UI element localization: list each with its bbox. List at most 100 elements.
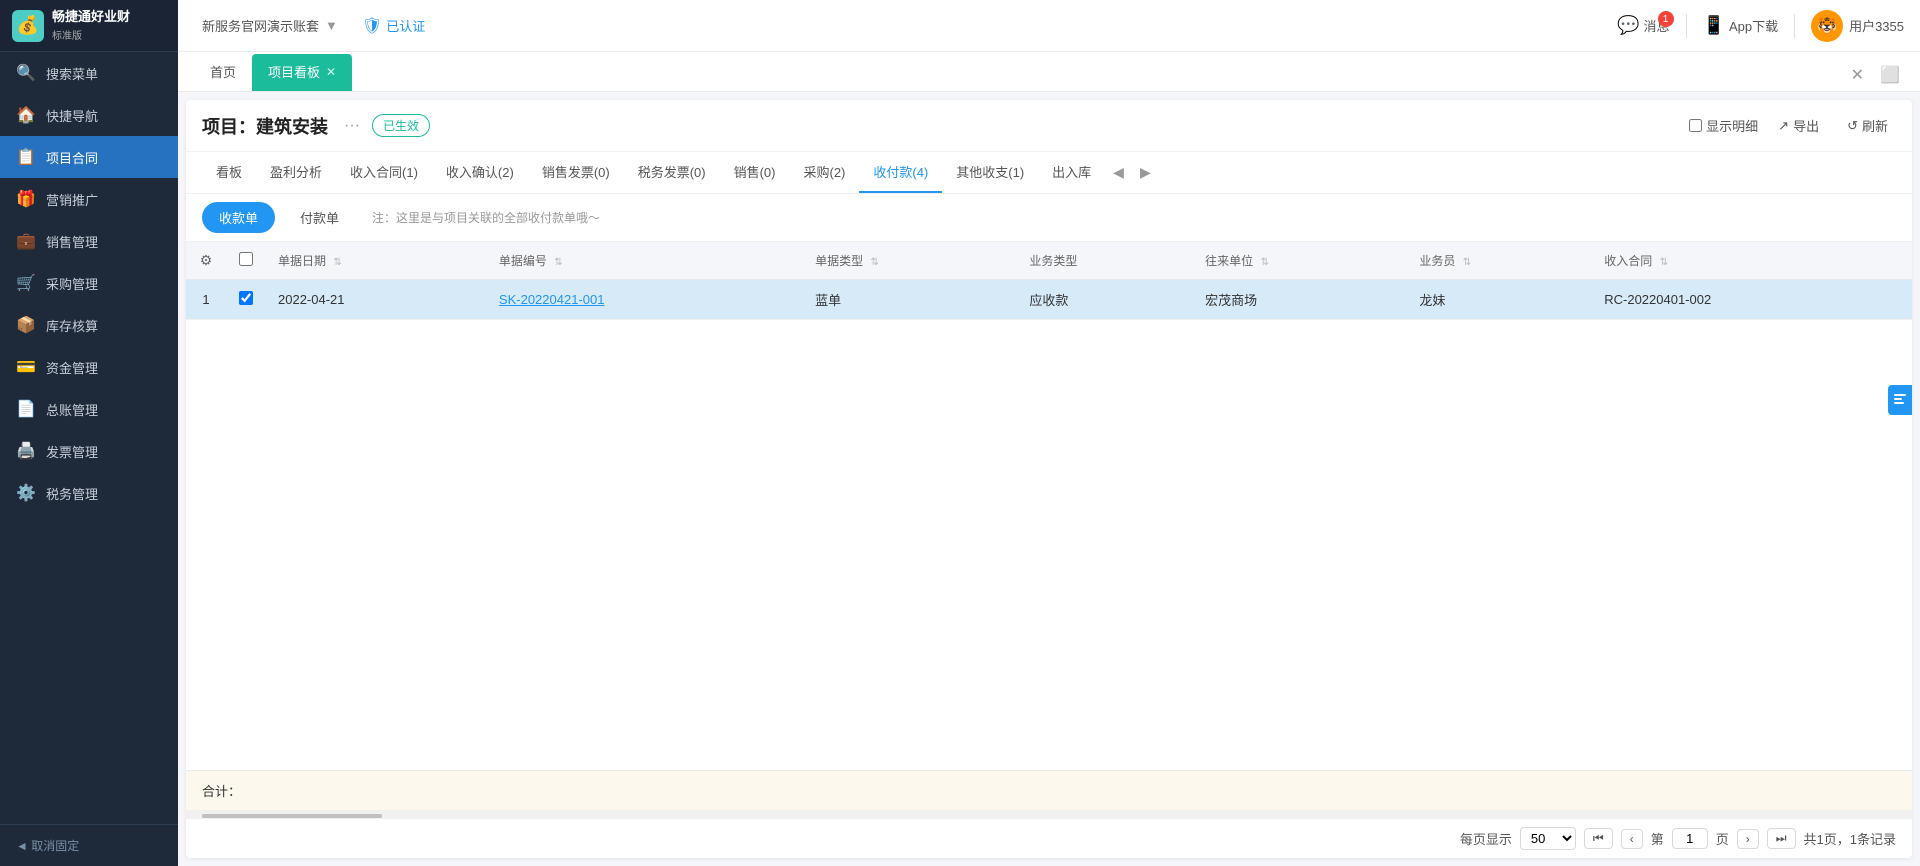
sidebar-item-label: 总账管理 bbox=[46, 400, 98, 419]
sidebar-item-label: 销售管理 bbox=[46, 232, 98, 251]
refresh-button[interactable]: ↺ 刷新 bbox=[1839, 112, 1896, 139]
page-tabs: 首页 项目看板 ✕ ✕ ⬜ bbox=[178, 52, 1920, 92]
sidebar-item-label: 快捷导航 bbox=[46, 106, 98, 125]
sidebar-item-ledger[interactable]: 📄 总账管理 bbox=[0, 388, 178, 430]
user-menu[interactable]: 🐯 用户3355 bbox=[1811, 10, 1904, 42]
window-maximize-button[interactable]: ⬜ bbox=[1876, 61, 1904, 89]
export-button[interactable]: ↗ 导出 bbox=[1770, 112, 1827, 139]
sidebar-item-label: 税务管理 bbox=[46, 484, 98, 503]
project-tab-income-contract[interactable]: 收入合同(1) bbox=[336, 152, 432, 193]
receipts-table: ⚙ 单据日期 ⇅ 单据编号 ⇅ bbox=[186, 242, 1912, 320]
row-1-type: 蓝单 bbox=[803, 280, 1017, 320]
sidebar-logo: 💰 畅捷通好业财 标准版 bbox=[0, 0, 178, 52]
project-tab-income-confirm[interactable]: 收入确认(2) bbox=[432, 152, 528, 193]
sort-date-icon[interactable]: ⇅ bbox=[333, 257, 341, 268]
sidebar-item-marketing[interactable]: 🎁 营销推广 bbox=[0, 178, 178, 220]
pagination: 每页显示 2050100 ⏮ ‹ 第 页 › ⏭ 共1页，1条记录 bbox=[186, 818, 1912, 858]
sub-tab-payment[interactable]: 付款单 bbox=[283, 202, 356, 233]
project-tab-profit[interactable]: 盈利分析 bbox=[256, 152, 336, 193]
right-sidebar-icon bbox=[1893, 393, 1907, 407]
project-name: 建筑安装 bbox=[256, 117, 328, 137]
col-date-header: 单据日期 ⇅ bbox=[266, 242, 487, 280]
sub-tab-receipt[interactable]: 收款单 bbox=[202, 202, 275, 233]
sidebar-item-invoice[interactable]: 🖨️ 发票管理 bbox=[0, 430, 178, 472]
per-page-select[interactable]: 2050100 bbox=[1520, 827, 1576, 850]
display-detail-toggle[interactable]: 显示明细 bbox=[1689, 116, 1758, 135]
project-tabs: 看板 盈利分析 收入合同(1) 收入确认(2) 销售发票(0) 税务发票(0) … bbox=[186, 152, 1912, 194]
display-detail-checkbox[interactable] bbox=[1689, 119, 1702, 132]
window-close-button[interactable]: ✕ bbox=[1847, 61, 1868, 89]
project-more-icon[interactable]: ··· bbox=[344, 117, 360, 135]
sidebar-item-search[interactable]: 🔍 搜索菜单 bbox=[0, 52, 178, 94]
right-sidebar-toggle[interactable] bbox=[1888, 385, 1912, 415]
col-gear-header: ⚙ bbox=[186, 242, 226, 280]
row-1-salesperson: 龙妹 bbox=[1407, 280, 1592, 320]
phone-icon: 📱 bbox=[1703, 15, 1725, 36]
row-1-number-link[interactable]: SK-20220421-001 bbox=[499, 292, 605, 307]
sidebar-item-inventory[interactable]: 📦 库存核算 bbox=[0, 304, 178, 346]
project-tab-sales-invoice[interactable]: 销售发票(0) bbox=[528, 152, 624, 193]
sidebar-footer-pin[interactable]: ◄ 取消固定 bbox=[0, 824, 178, 866]
sidebar-item-sales[interactable]: 💼 销售管理 bbox=[0, 220, 178, 262]
row-1-number[interactable]: SK-20220421-001 bbox=[487, 280, 803, 320]
page-input[interactable] bbox=[1672, 828, 1708, 849]
sidebar-item-purchase[interactable]: 🛒 采购管理 bbox=[0, 262, 178, 304]
sort-salesperson-icon[interactable]: ⇅ bbox=[1463, 257, 1471, 268]
user-avatar: 🐯 bbox=[1811, 10, 1843, 42]
sidebar-item-contract[interactable]: 📋 项目合同 bbox=[0, 136, 178, 178]
search-icon: 🔍 bbox=[16, 63, 36, 83]
table-footer: 合计： bbox=[186, 770, 1912, 810]
workspace-arrow-icon: ▼ bbox=[325, 18, 338, 33]
sort-number-icon[interactable]: ⇅ bbox=[554, 257, 562, 268]
project-tab-kanban[interactable]: 看板 bbox=[202, 152, 256, 193]
project-tab-purchase[interactable]: 采购(2) bbox=[789, 152, 859, 193]
row-1-checkbox[interactable] bbox=[239, 291, 253, 305]
app-download-button[interactable]: 📱 App下载 bbox=[1703, 15, 1779, 36]
gift-icon: 🎁 bbox=[16, 189, 36, 209]
invoice-icon: 🖨️ bbox=[16, 441, 36, 461]
col-partner-header: 往来单位 ⇅ bbox=[1193, 242, 1407, 280]
tabs-next-arrow[interactable]: ▶ bbox=[1132, 156, 1159, 189]
col-biztype-header: 业务类型 bbox=[1017, 242, 1193, 280]
col-number-header: 单据编号 ⇅ bbox=[487, 242, 803, 280]
tax-icon: ⚙️ bbox=[16, 483, 36, 503]
sidebar-item-label: 搜索菜单 bbox=[46, 64, 98, 83]
sort-income-contract-icon[interactable]: ⇅ bbox=[1660, 257, 1668, 268]
project-tab-other[interactable]: 其他收支(1) bbox=[942, 152, 1038, 193]
project-tab-sales[interactable]: 销售(0) bbox=[720, 152, 790, 193]
messages-badge: 1 bbox=[1658, 11, 1674, 27]
first-page-button[interactable]: ⏮ bbox=[1584, 828, 1613, 849]
sort-type-icon[interactable]: ⇅ bbox=[870, 257, 878, 268]
project-tab-payment[interactable]: 收付款(4) bbox=[859, 152, 942, 193]
sort-partner-icon[interactable]: ⇅ bbox=[1260, 257, 1268, 268]
messages-button[interactable]: 💬 消息 1 bbox=[1617, 15, 1669, 36]
per-page-label: 每页显示 bbox=[1460, 829, 1512, 848]
contract-icon: 📋 bbox=[16, 147, 36, 167]
project-status-badge: 已生效 bbox=[372, 114, 430, 137]
next-page-button[interactable]: › bbox=[1737, 829, 1759, 849]
ledger-icon: 📄 bbox=[16, 399, 36, 419]
sidebar-item-label: 库存核算 bbox=[46, 316, 98, 335]
workspace-selector[interactable]: 新服务官网演示账套 ▼ bbox=[194, 12, 346, 39]
topbar-actions: 💬 消息 1 📱 App下载 🐯 用户3355 bbox=[1617, 10, 1904, 42]
sidebar-item-funds[interactable]: 💳 资金管理 bbox=[0, 346, 178, 388]
sidebar-item-label: 项目合同 bbox=[46, 148, 98, 167]
row-1-partner: 宏茂商场 bbox=[1193, 280, 1407, 320]
horizontal-scrollbar[interactable] bbox=[186, 810, 1912, 818]
prev-page-button[interactable]: ‹ bbox=[1621, 829, 1643, 849]
row-1-check[interactable] bbox=[226, 280, 266, 320]
project-tab-tax-invoice[interactable]: 税务发票(0) bbox=[624, 152, 720, 193]
sidebar-item-label: 采购管理 bbox=[46, 274, 98, 293]
tab-home[interactable]: 首页 bbox=[194, 54, 252, 91]
tab-kanban-close[interactable]: ✕ bbox=[326, 65, 336, 79]
tab-kanban[interactable]: 项目看板 ✕ bbox=[252, 54, 352, 91]
last-page-button[interactable]: ⏭ bbox=[1767, 828, 1796, 849]
project-tab-inout[interactable]: 出入库 bbox=[1038, 152, 1105, 193]
sidebar-item-tax[interactable]: ⚙️ 税务管理 bbox=[0, 472, 178, 514]
column-settings-icon[interactable]: ⚙ bbox=[200, 252, 213, 268]
tabs-prev-arrow[interactable]: ◀ bbox=[1105, 156, 1132, 189]
select-all-checkbox[interactable] bbox=[239, 252, 253, 266]
cert-badge: 🛡 已认证 bbox=[362, 16, 425, 36]
sidebar-item-quicknav[interactable]: 🏠 快捷导航 bbox=[0, 94, 178, 136]
refresh-icon: ↺ bbox=[1847, 118, 1858, 134]
